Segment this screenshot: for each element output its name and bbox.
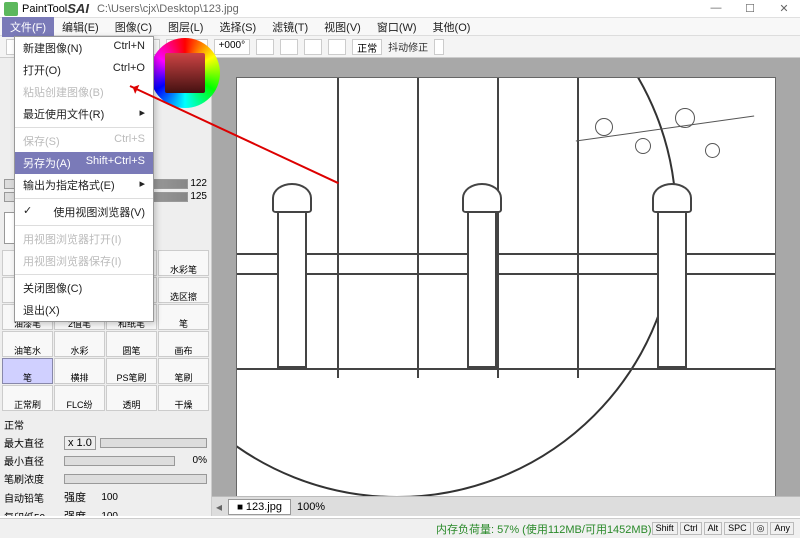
tool-watercolor[interactable]: 水彩笔	[158, 250, 209, 276]
document-tab[interactable]: ■ 123.jpg	[228, 499, 291, 515]
flip-icon[interactable]	[328, 39, 346, 55]
key-any: Any	[770, 522, 794, 535]
file-menu-dropdown: 新建图像(N)Ctrl+N 打开(O)Ctrl+O 粘贴创建图像(B) 最近使用…	[14, 36, 154, 322]
tool-line[interactable]: 横排	[54, 358, 105, 384]
tool-dry[interactable]: 干燥	[158, 385, 209, 411]
min-size-label: 最小直径	[4, 453, 60, 468]
status-bar: 内存负荷量: 57% (使用112MB/可用1452MB) Shift Ctrl…	[0, 518, 800, 538]
menu-recent[interactable]: 最近使用文件(R)▸	[15, 103, 153, 125]
tool-oilwater[interactable]: 油笔水	[2, 331, 53, 357]
paper-value: 100	[90, 511, 118, 517]
slider-1-value: 122	[190, 178, 207, 189]
tool-flc[interactable]: FLC纷	[54, 385, 105, 411]
density-slider[interactable]	[64, 474, 207, 484]
artwork	[237, 78, 775, 496]
menu-image[interactable]: 图像(C)	[107, 17, 160, 37]
menu-exit[interactable]: 退出(X)	[15, 299, 153, 321]
tool-brush[interactable]: 笔刷	[158, 358, 209, 384]
menu-bar: 文件(F) 编辑(E) 图像(C) 图层(L) 选择(S) 滤镜(T) 视图(V…	[0, 18, 800, 36]
menu-edit[interactable]: 编辑(E)	[54, 17, 107, 37]
file-path: C:\Users\cjx\Desktop\123.jpg	[97, 3, 239, 15]
slider-2-value: 125	[190, 191, 207, 202]
key-spc: SPC	[724, 522, 751, 535]
menu-open[interactable]: 打开(O)Ctrl+O	[15, 59, 153, 81]
menu-openviewer: 用视图浏览器打开(I)	[15, 228, 153, 250]
tool-trans[interactable]: 透明	[106, 385, 157, 411]
app-brand: SAI	[67, 1, 89, 16]
max-size-slider[interactable]	[100, 438, 207, 448]
auto-value: 100	[90, 492, 118, 503]
menu-window[interactable]: 窗口(W)	[369, 17, 425, 37]
menu-layer[interactable]: 图层(L)	[160, 17, 211, 37]
tool-selerase[interactable]: 选区擦	[158, 277, 209, 303]
menu-select[interactable]: 选择(S)	[211, 17, 264, 37]
menu-view[interactable]: 视图(V)	[316, 17, 369, 37]
modifier-keys: Shift Ctrl Alt SPC ◎ Any	[652, 522, 794, 535]
min-size-slider[interactable]	[64, 456, 175, 466]
menu-new[interactable]: 新建图像(N)Ctrl+N	[15, 37, 153, 59]
min-size-value: 0%	[179, 455, 207, 466]
tool-normal[interactable]: 正常刷	[2, 385, 53, 411]
tool-round[interactable]: 圆笔	[106, 331, 157, 357]
rot-right-icon[interactable]	[280, 39, 298, 55]
tool-pen2[interactable]: 笔	[2, 358, 53, 384]
title-bar: PaintTool SAI C:\Users\cjx\Desktop\123.j…	[0, 0, 800, 18]
menu-save: 保存(S)Ctrl+S	[15, 130, 153, 152]
tool-pen[interactable]: 笔	[158, 304, 209, 330]
blend-normal[interactable]: 正常	[4, 417, 60, 432]
maximize-button[interactable]: ☐	[738, 2, 762, 15]
paper-label[interactable]: 复印纸50	[4, 509, 60, 517]
app-name: PaintTool	[22, 3, 67, 15]
app-logo-icon	[4, 2, 18, 16]
key-alt: Alt	[704, 522, 723, 535]
rot-reset-icon[interactable]	[304, 39, 322, 55]
close-button[interactable]: ✕	[772, 2, 796, 15]
size-mult[interactable]: x 1.0	[64, 436, 96, 450]
key-ctrl: Ctrl	[680, 522, 702, 535]
memory-status: 内存负荷量: 57% (使用112MB/可用1452MB)	[436, 521, 652, 537]
key-rec: ◎	[753, 522, 769, 535]
stabilizer-label: 抖动修正	[388, 39, 428, 54]
menu-other[interactable]: 其他(O)	[425, 17, 479, 37]
stabilizer-select[interactable]	[434, 39, 444, 55]
max-size-label: 最大直径	[4, 435, 60, 450]
tab-prev-icon[interactable]: ◂	[216, 500, 222, 514]
menu-viewer[interactable]: 使用视图浏览器(V)	[15, 201, 153, 223]
density-label: 笔刷浓度	[4, 471, 60, 486]
menu-export[interactable]: 输出为指定格式(E)▸	[15, 174, 153, 196]
tool-psbrush[interactable]: PS笔刷	[106, 358, 157, 384]
brush-settings: 正常 最大直径x 1.0 最小直径0% 笔刷浓度 自动铅笔强度100 复印纸50…	[0, 413, 211, 516]
menu-filter[interactable]: 滤镜(T)	[264, 17, 316, 37]
minimize-button[interactable]: —	[704, 2, 728, 15]
canvas[interactable]	[236, 77, 776, 497]
key-shift: Shift	[652, 522, 678, 535]
tool-canvas[interactable]: 画布	[158, 331, 209, 357]
menu-saveas[interactable]: 另存为(A)Shift+Ctrl+S	[15, 152, 153, 174]
menu-file[interactable]: 文件(F)	[2, 17, 54, 37]
auto-label[interactable]: 自动铅笔	[4, 490, 60, 505]
tab-zoom[interactable]: 100%	[297, 501, 325, 513]
rotation-field[interactable]: +000°	[214, 39, 251, 55]
menu-saveviewer: 用视图浏览器保存(I)	[15, 250, 153, 272]
canvas-area[interactable]	[212, 58, 800, 516]
rot-left-icon[interactable]	[256, 39, 274, 55]
tool-water2[interactable]: 水彩	[54, 331, 105, 357]
color-wheel[interactable]	[150, 38, 220, 108]
document-tab-bar: ◂ ■ 123.jpg 100%	[212, 496, 800, 516]
blend-mode-select[interactable]: 正常	[352, 39, 382, 55]
menu-closeimg[interactable]: 关闭图像(C)	[15, 277, 153, 299]
